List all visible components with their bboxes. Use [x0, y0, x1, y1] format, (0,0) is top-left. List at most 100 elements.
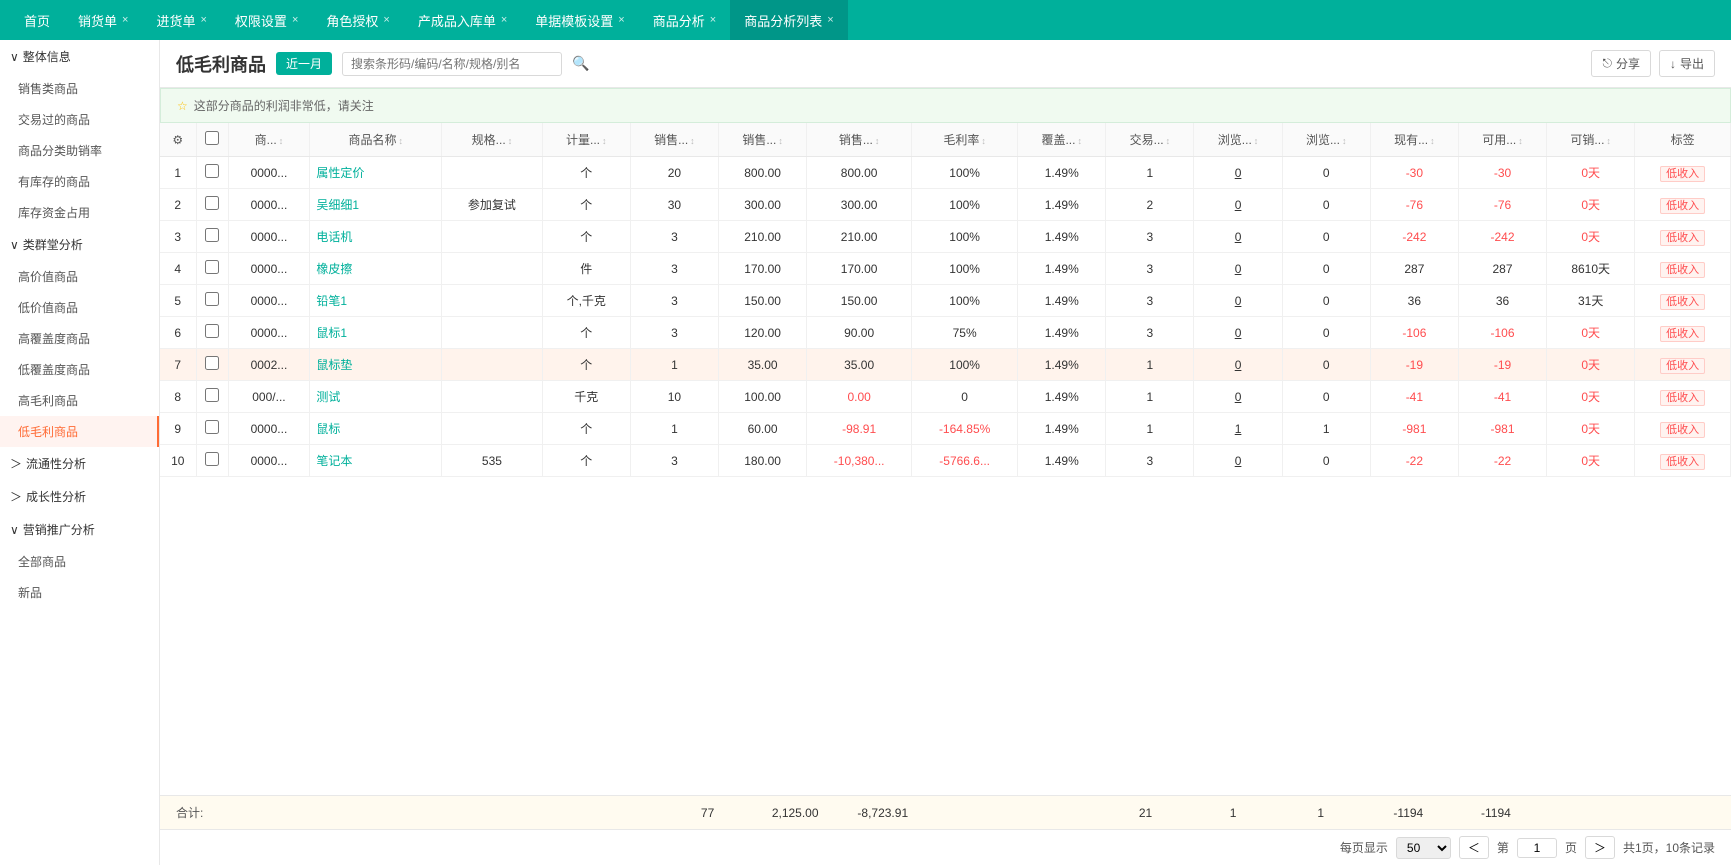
sidebar-item-high-coverage[interactable]: 高覆盖度商品	[0, 323, 159, 354]
row-select-checkbox[interactable]	[205, 260, 219, 274]
row-select-checkbox[interactable]	[205, 420, 219, 434]
sidebar-item-traded-products[interactable]: 交易过的商品	[0, 104, 159, 135]
search-button[interactable]: 🔍	[572, 55, 589, 72]
col-sales-profit[interactable]: 销售...↕	[807, 123, 912, 157]
page-number-input[interactable]	[1517, 838, 1557, 858]
sidebar-group-title-cluster[interactable]: ∨ 类群堂分析	[0, 228, 159, 261]
share-button[interactable]: ⎋ 分享	[1591, 50, 1651, 77]
col-settings[interactable]: ⚙	[160, 123, 196, 157]
row-checkbox[interactable]	[196, 285, 228, 317]
row-name[interactable]: 测试	[310, 381, 442, 413]
row-browse1[interactable]: 1	[1194, 413, 1282, 445]
nav-permission-setting[interactable]: 权限设置 ×	[221, 0, 312, 40]
row-name[interactable]: 鼠标垫	[310, 349, 442, 381]
close-icon[interactable]: ×	[200, 14, 206, 26]
row-browse1[interactable]: 0	[1194, 221, 1282, 253]
sidebar-item-instock-products[interactable]: 有库存的商品	[0, 166, 159, 197]
row-checkbox[interactable]	[196, 445, 228, 477]
sidebar-item-sales-products[interactable]: 销售类商品	[0, 73, 159, 104]
close-icon[interactable]: ×	[122, 14, 128, 26]
row-name[interactable]: 橡皮擦	[310, 253, 442, 285]
nav-product-inbound[interactable]: 产成品入库单 ×	[404, 0, 521, 40]
row-select-checkbox[interactable]	[205, 388, 219, 402]
export-button[interactable]: ↓ 导出	[1659, 50, 1715, 77]
row-select-checkbox[interactable]	[205, 196, 219, 210]
close-icon[interactable]: ×	[383, 14, 389, 26]
row-name[interactable]: 鼠标	[310, 413, 442, 445]
row-checkbox[interactable]	[196, 317, 228, 349]
row-checkbox[interactable]	[196, 349, 228, 381]
sidebar-group-title-circulation[interactable]: ＞ 流通性分析	[0, 447, 159, 480]
sidebar-item-low-value[interactable]: 低价值商品	[0, 292, 159, 323]
date-filter-button[interactable]: 近一月	[276, 52, 332, 75]
select-all-checkbox[interactable]	[205, 131, 219, 145]
nav-home[interactable]: 首页	[10, 0, 64, 40]
nav-sales-order[interactable]: 销货单 ×	[64, 0, 142, 40]
sidebar-item-low-coverage[interactable]: 低覆盖度商品	[0, 354, 159, 385]
col-sellable[interactable]: 可销...↕	[1547, 123, 1635, 157]
nav-role-auth[interactable]: 角色授权 ×	[312, 0, 403, 40]
sidebar-item-low-margin[interactable]: 低毛利商品	[0, 416, 159, 447]
col-sales-qty[interactable]: 销售...↕	[630, 123, 718, 157]
row-name[interactable]: 鼠标1	[310, 317, 442, 349]
row-browse1[interactable]: 0	[1194, 157, 1282, 189]
nav-template-setting[interactable]: 单据模板设置 ×	[521, 0, 638, 40]
close-icon[interactable]: ×	[827, 14, 833, 26]
col-spec[interactable]: 规格...↕	[442, 123, 543, 157]
col-product-name[interactable]: 商品名称↕	[310, 123, 442, 157]
row-checkbox[interactable]	[196, 189, 228, 221]
sidebar-group-title-overall[interactable]: ∨ 整体信息	[0, 40, 159, 73]
sidebar-group-title-growth[interactable]: ＞ 成长性分析	[0, 480, 159, 513]
sidebar-item-all-products[interactable]: 全部商品	[0, 546, 159, 577]
search-input[interactable]	[342, 52, 562, 76]
row-name[interactable]: 笔记本	[310, 445, 442, 477]
page-size-select[interactable]: 50 100 200	[1396, 837, 1451, 859]
sidebar-item-high-value[interactable]: 高价值商品	[0, 261, 159, 292]
row-browse1[interactable]: 0	[1194, 381, 1282, 413]
row-name[interactable]: 电话机	[310, 221, 442, 253]
row-checkbox[interactable]	[196, 253, 228, 285]
sidebar-item-new-products[interactable]: 新品	[0, 577, 159, 608]
row-browse1[interactable]: 0	[1194, 445, 1282, 477]
col-available[interactable]: 可用...↕	[1458, 123, 1546, 157]
next-page-button[interactable]: ＞	[1585, 836, 1615, 859]
close-icon[interactable]: ×	[710, 14, 716, 26]
row-name[interactable]: 吴细细1	[310, 189, 442, 221]
row-browse1[interactable]: 0	[1194, 189, 1282, 221]
col-product-code[interactable]: 商...↕	[228, 123, 310, 157]
row-browse1[interactable]: 0	[1194, 253, 1282, 285]
nav-product-analysis-list[interactable]: 商品分析列表 ×	[730, 0, 847, 40]
col-tag[interactable]: 标签	[1635, 123, 1731, 157]
col-browse2[interactable]: 浏览...↕	[1282, 123, 1370, 157]
col-browse1[interactable]: 浏览...↕	[1194, 123, 1282, 157]
row-browse1[interactable]: 0	[1194, 349, 1282, 381]
row-select-checkbox[interactable]	[205, 228, 219, 242]
row-select-checkbox[interactable]	[205, 164, 219, 178]
row-checkbox[interactable]	[196, 221, 228, 253]
row-checkbox[interactable]	[196, 413, 228, 445]
col-transaction[interactable]: 交易...↕	[1106, 123, 1194, 157]
row-browse1[interactable]: 0	[1194, 317, 1282, 349]
row-select-checkbox[interactable]	[205, 292, 219, 306]
close-icon[interactable]: ×	[292, 14, 298, 26]
row-select-checkbox[interactable]	[205, 324, 219, 338]
col-unit[interactable]: 计量...↕	[542, 123, 630, 157]
col-gross-margin[interactable]: 毛利率↕	[912, 123, 1018, 157]
sidebar-item-category-sales-rate[interactable]: 商品分类助销率	[0, 135, 159, 166]
row-checkbox[interactable]	[196, 157, 228, 189]
row-browse1[interactable]: 0	[1194, 285, 1282, 317]
col-coverage[interactable]: 覆盖...↕	[1018, 123, 1106, 157]
row-select-checkbox[interactable]	[205, 356, 219, 370]
sidebar-group-title-marketing[interactable]: ∨ 营销推广分析	[0, 513, 159, 546]
col-sales-amount[interactable]: 销售...↕	[719, 123, 807, 157]
row-checkbox[interactable]	[196, 381, 228, 413]
sidebar-item-high-margin[interactable]: 高毛利商品	[0, 385, 159, 416]
col-current-stock[interactable]: 现有...↕	[1370, 123, 1458, 157]
prev-page-button[interactable]: ＜	[1459, 836, 1489, 859]
row-select-checkbox[interactable]	[205, 452, 219, 466]
row-name[interactable]: 铅笔1	[310, 285, 442, 317]
sidebar-item-stock-capital[interactable]: 库存资金占用	[0, 197, 159, 228]
nav-purchase-order[interactable]: 进货单 ×	[142, 0, 220, 40]
close-icon[interactable]: ×	[618, 14, 624, 26]
nav-product-analysis[interactable]: 商品分析 ×	[639, 0, 730, 40]
